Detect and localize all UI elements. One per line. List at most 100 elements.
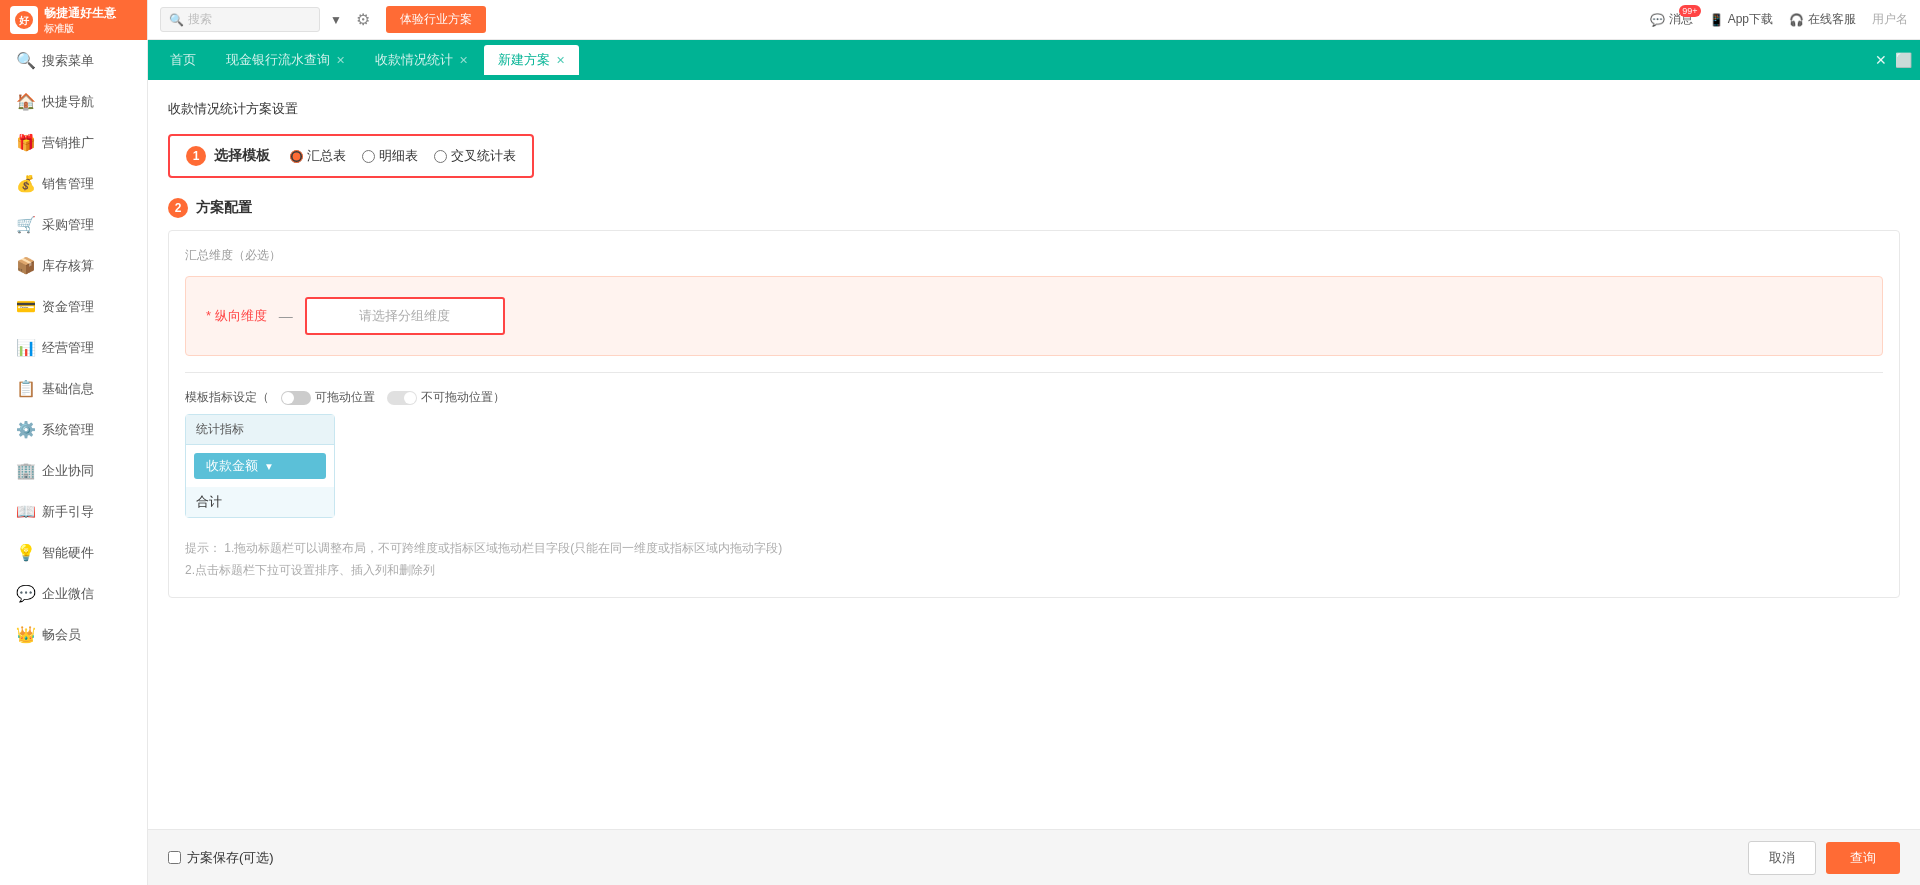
building-icon: 🏢 bbox=[16, 461, 34, 480]
dimension-area: * 纵向维度 — 请选择分组维度 bbox=[185, 276, 1883, 356]
logo-text: 畅捷通好生意 标准版 bbox=[44, 5, 116, 36]
section-config: 2 方案配置 汇总维度（必选） * 纵向维度 — 请选择分组维度 bbox=[168, 198, 1900, 598]
stats-sum-label: 合计 bbox=[186, 487, 334, 517]
sidebar-item-marketing[interactable]: 🎁 营销推广 bbox=[0, 122, 147, 163]
stats-tag[interactable]: 收款金额 ▼ bbox=[194, 453, 326, 479]
dimension-subtitle: 汇总维度（必选） bbox=[185, 247, 1883, 264]
tabbar: 首页 现金银行流水查询 ✕ 收款情况统计 ✕ 新建方案 ✕ ✕ ⬜ bbox=[148, 40, 1920, 80]
divider bbox=[185, 372, 1883, 373]
bulb-icon: 💡 bbox=[16, 543, 34, 562]
section1-header: 1 选择模板 bbox=[186, 146, 270, 166]
save-checkbox-input[interactable] bbox=[168, 851, 181, 864]
non-draggable-badge: 不可拖动位置） bbox=[387, 389, 505, 406]
sidebar-item-search-menu[interactable]: 🔍 搜索菜单 bbox=[0, 40, 147, 81]
save-checkbox[interactable]: 方案保存(可选) bbox=[168, 849, 274, 867]
cancel-button[interactable]: 取消 bbox=[1748, 841, 1816, 875]
dimension-select-input[interactable]: 请选择分组维度 bbox=[305, 297, 505, 335]
sidebar-item-inventory[interactable]: 📦 库存核算 bbox=[0, 245, 147, 286]
footer-spacer bbox=[168, 618, 1900, 674]
radio-detail[interactable]: 明细表 bbox=[362, 147, 418, 165]
sidebar-item-quick-nav[interactable]: 🏠 快捷导航 bbox=[0, 81, 147, 122]
search-box[interactable]: 🔍 搜索 bbox=[160, 7, 320, 32]
svg-text:好: 好 bbox=[18, 15, 30, 26]
radio-summary-input[interactable] bbox=[290, 150, 303, 163]
radio-detail-input[interactable] bbox=[362, 150, 375, 163]
industry-btn[interactable]: 体验行业方案 bbox=[386, 6, 486, 33]
content-inner: 收款情况统计方案设置 1 选择模板 汇总表 bbox=[148, 80, 1920, 840]
template-selection-box: 1 选择模板 汇总表 明细表 bbox=[168, 134, 534, 178]
stats-tag-dropdown-icon[interactable]: ▼ bbox=[264, 461, 274, 472]
content-area: 收款情况统计方案设置 1 选择模板 汇总表 bbox=[148, 80, 1920, 885]
section-template: 1 选择模板 汇总表 明细表 bbox=[168, 134, 1900, 178]
box-icon: 📦 bbox=[16, 256, 34, 275]
settings-gear-icon[interactable]: ⚙ bbox=[356, 10, 370, 29]
home-icon: 🏠 bbox=[16, 92, 34, 111]
headset-icon: 🎧 bbox=[1789, 13, 1804, 27]
tip-item-2: 2.点击标题栏下拉可设置排序、插入列和删除列 bbox=[185, 560, 1883, 582]
indicator-section: 模板指标设定（ 可拖动位置 不可拖动位置） bbox=[185, 389, 1883, 518]
sidebar-item-purchase[interactable]: 🛒 采购管理 bbox=[0, 204, 147, 245]
crown-icon: 👑 bbox=[16, 625, 34, 644]
gift-icon: 🎁 bbox=[16, 133, 34, 152]
logo-icon: 好 bbox=[10, 6, 38, 34]
tab-close-new-plan[interactable]: ✕ bbox=[556, 54, 565, 67]
tips-section: 提示： 1.拖动标题栏可以调整布局，不可跨维度或指标区域拖动栏目字段(只能在同一… bbox=[185, 538, 1883, 581]
non-draggable-toggle bbox=[387, 391, 417, 405]
radio-cross-input[interactable] bbox=[434, 150, 447, 163]
sidebar-item-guide[interactable]: 📖 新手引导 bbox=[0, 491, 147, 532]
user-name[interactable]: 用户名 bbox=[1872, 11, 1908, 28]
sidebar-item-member[interactable]: 👑 畅会员 bbox=[0, 614, 147, 655]
money-icon: 💰 bbox=[16, 174, 34, 193]
message-icon: 💬 bbox=[1650, 13, 1665, 27]
clipboard-icon: 📋 bbox=[16, 379, 34, 398]
mobile-icon: 📱 bbox=[1709, 13, 1724, 27]
stats-section-label: 统计指标 bbox=[186, 415, 334, 445]
sidebar-item-finance[interactable]: 💳 资金管理 bbox=[0, 286, 147, 327]
chat-icon: 💬 bbox=[16, 584, 34, 603]
indicator-header: 模板指标设定（ 可拖动位置 不可拖动位置） bbox=[185, 389, 1883, 406]
search-menu-icon: 🔍 bbox=[16, 51, 34, 70]
card-icon: 💳 bbox=[16, 297, 34, 316]
tabbar-right: ✕ ⬜ bbox=[1875, 52, 1912, 68]
radio-cross[interactable]: 交叉统计表 bbox=[434, 147, 516, 165]
chart-icon: 📊 bbox=[16, 338, 34, 357]
config-section: 汇总维度（必选） * 纵向维度 — 请选择分组维度 bbox=[168, 230, 1900, 598]
maximize-icon[interactable]: ⬜ bbox=[1895, 52, 1912, 68]
vertical-dimension-label: * 纵向维度 bbox=[206, 307, 267, 325]
notifications-item[interactable]: 💬 消息 99+ bbox=[1650, 11, 1693, 28]
search-icon: 🔍 bbox=[169, 13, 184, 27]
footer-left: 方案保存(可选) bbox=[168, 849, 274, 867]
close-window-icon[interactable]: ✕ bbox=[1875, 52, 1887, 68]
main-area: 🔍 搜索 ▼ ⚙ 体验行业方案 💬 消息 99+ 📱 App下载 🎧 在线客服 … bbox=[148, 0, 1920, 885]
sidebar-item-system[interactable]: ⚙️ 系统管理 bbox=[0, 409, 147, 450]
app-download-item[interactable]: 📱 App下载 bbox=[1709, 11, 1773, 28]
sidebar-item-basic-info[interactable]: 📋 基础信息 bbox=[0, 368, 147, 409]
page-title: 收款情况统计方案设置 bbox=[168, 100, 1900, 118]
arrow-icon: — bbox=[279, 308, 293, 324]
online-service-item[interactable]: 🎧 在线客服 bbox=[1789, 11, 1856, 28]
sidebar-item-enterprise[interactable]: 🏢 企业协同 bbox=[0, 450, 147, 491]
tab-bank-flow[interactable]: 现金银行流水查询 ✕ bbox=[212, 45, 359, 75]
tab-close-bank-flow[interactable]: ✕ bbox=[336, 54, 345, 67]
footer-right: 取消 查询 bbox=[1748, 841, 1900, 875]
tab-collection-stats[interactable]: 收款情况统计 ✕ bbox=[361, 45, 482, 75]
dimension-row: * 纵向维度 — 请选择分组维度 bbox=[206, 297, 505, 335]
stats-area: 统计指标 收款金额 ▼ 合计 bbox=[185, 414, 335, 518]
draggable-badge: 可拖动位置 bbox=[281, 389, 375, 406]
radio-summary[interactable]: 汇总表 bbox=[290, 147, 346, 165]
sidebar-item-management[interactable]: 📊 经营管理 bbox=[0, 327, 147, 368]
sidebar-item-smart-hw[interactable]: 💡 智能硬件 bbox=[0, 532, 147, 573]
template-radio-group: 汇总表 明细表 交叉统计表 bbox=[290, 147, 516, 165]
topbar-dropdown-icon[interactable]: ▼ bbox=[330, 13, 342, 27]
tab-close-collection-stats[interactable]: ✕ bbox=[459, 54, 468, 67]
query-button[interactable]: 查询 bbox=[1826, 842, 1900, 874]
sidebar-item-sales[interactable]: 💰 销售管理 bbox=[0, 163, 147, 204]
sidebar-item-wechat[interactable]: 💬 企业微信 bbox=[0, 573, 147, 614]
gear-icon: ⚙️ bbox=[16, 420, 34, 439]
tab-home[interactable]: 首页 bbox=[156, 45, 210, 75]
section2-header: 2 方案配置 bbox=[168, 198, 1900, 218]
topbar-right: 💬 消息 99+ 📱 App下载 🎧 在线客服 用户名 bbox=[1650, 11, 1908, 28]
tip-item-1: 提示： 1.拖动标题栏可以调整布局，不可跨维度或指标区域拖动栏目字段(只能在同一… bbox=[185, 538, 1883, 560]
footer-buttons: 方案保存(可选) 取消 查询 bbox=[148, 829, 1920, 885]
tab-new-plan[interactable]: 新建方案 ✕ bbox=[484, 45, 579, 75]
